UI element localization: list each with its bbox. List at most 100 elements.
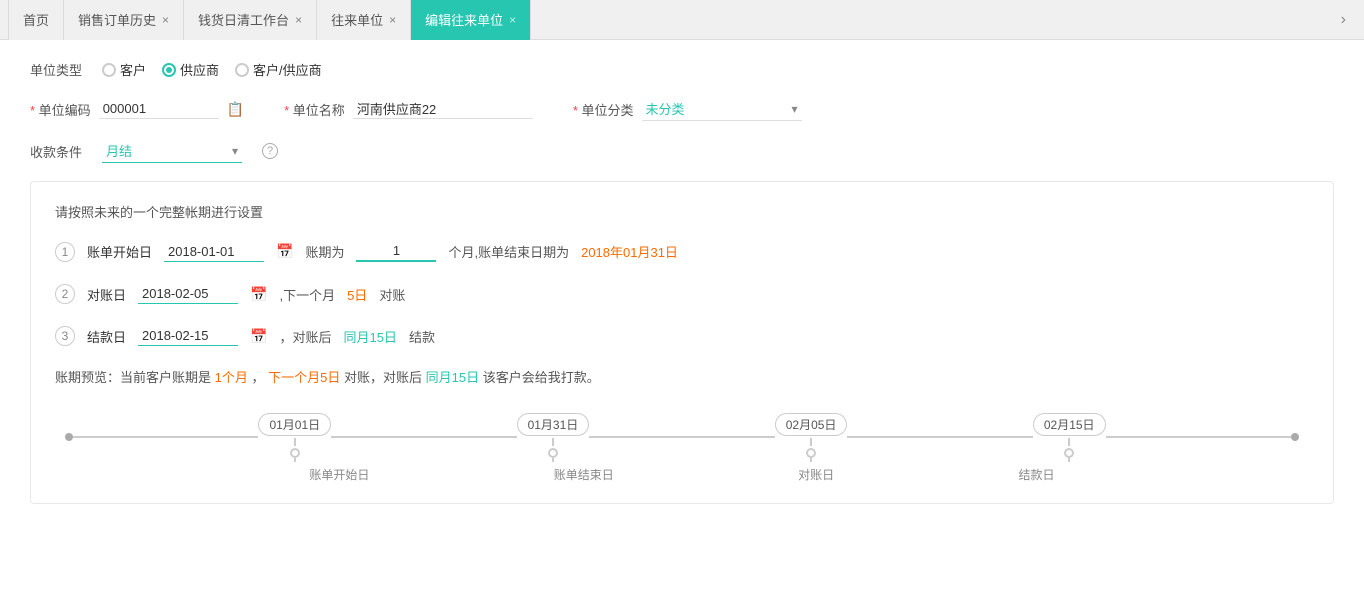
tab-cashflow-label: 钱货日清工作台 bbox=[198, 10, 289, 29]
info-box-title: 请按照未来的一个完整帐期进行设置 bbox=[55, 202, 1309, 221]
tab-home-label: 首页 bbox=[23, 10, 49, 29]
close-partner-icon[interactable]: × bbox=[389, 13, 396, 27]
payment-day-highlight: 同月15日 bbox=[343, 327, 396, 346]
unit-name-group: 单位名称 bbox=[284, 99, 533, 119]
timeline-line-below-2 bbox=[552, 458, 554, 462]
unit-type-radio-group: 客户 供应商 客户/供应商 bbox=[102, 60, 322, 79]
unit-code-input[interactable] bbox=[99, 99, 219, 119]
payment-prefix: ，对账后 bbox=[279, 327, 331, 346]
timeline-line-0 bbox=[73, 436, 258, 438]
unit-category-arrow-icon: ▾ bbox=[791, 102, 797, 116]
unit-category-group: 单位分类 未分类 ▾ bbox=[573, 97, 802, 121]
setting-row-3: 3 结款日 📅 ，对账后 同月15日 结款 bbox=[55, 326, 1309, 346]
payment-terms-label: 收款条件 bbox=[30, 142, 82, 161]
preview-suffix: 该客户会给我打款。 bbox=[483, 370, 600, 385]
tab-sales-history-label: 销售订单历史 bbox=[78, 10, 156, 29]
preview-part1: 1个月 bbox=[215, 370, 248, 385]
unit-name-input[interactable] bbox=[353, 99, 533, 119]
payment-terms-select[interactable]: 月结 ▾ bbox=[102, 139, 242, 163]
unit-category-value: 未分类 bbox=[646, 99, 786, 118]
timeline-left-cap bbox=[65, 433, 73, 441]
tab-bar: 首页 销售订单历史 × 钱货日清工作台 × 往来单位 × 编辑往来单位 × › bbox=[0, 0, 1364, 40]
radio-both-circle bbox=[235, 63, 249, 77]
preview-text: 账期预览：当前客户账期是 1个月 ， 下一个月5日 对账，对账后 同月15日 该… bbox=[55, 368, 1309, 389]
unit-category-select[interactable]: 未分类 ▾ bbox=[642, 97, 802, 121]
radio-supplier[interactable]: 供应商 bbox=[162, 60, 219, 79]
reconcile-day-highlight: 5日 bbox=[347, 285, 367, 304]
main-content: 单位类型 客户 供应商 客户/供应商 单位编码 📋 单位名称 bbox=[0, 40, 1364, 608]
start-date-input[interactable] bbox=[164, 242, 264, 262]
timeline-stem-3 bbox=[810, 438, 812, 446]
tab-edit-partner[interactable]: 编辑往来单位 × bbox=[411, 0, 531, 40]
timeline-date-3: 02月05日 bbox=[775, 413, 848, 436]
info-box: 请按照未来的一个完整帐期进行设置 1 账单开始日 📅 账期为 个月,账单结束日期… bbox=[30, 181, 1334, 504]
tl-label-spacer-left bbox=[65, 466, 125, 483]
end-date-highlight: 2018年01月31日 bbox=[581, 242, 678, 261]
period-suffix: 个月,账单结束日期为 bbox=[448, 242, 569, 261]
start-date-calendar-icon[interactable]: 📅 bbox=[276, 243, 293, 260]
timeline-date-1: 01月01日 bbox=[258, 413, 331, 436]
timeline-node-1: 01月01日 bbox=[258, 413, 331, 462]
unit-code-calendar-icon[interactable]: 📋 bbox=[227, 101, 244, 118]
radio-customer-label: 客户 bbox=[120, 60, 146, 79]
tab-home[interactable]: 首页 bbox=[8, 0, 64, 40]
timeline-date-4: 02月15日 bbox=[1033, 413, 1106, 436]
payment-date-input[interactable] bbox=[138, 326, 238, 346]
row-label-2: 对账日 bbox=[87, 285, 126, 304]
row-num-1: 1 bbox=[55, 242, 75, 262]
unit-name-label: 单位名称 bbox=[284, 100, 345, 119]
preview-middle: ， bbox=[252, 370, 265, 385]
timeline-right-cap bbox=[1291, 433, 1299, 441]
payment-date-calendar-icon[interactable]: 📅 bbox=[250, 328, 267, 345]
timeline-line-below-1 bbox=[294, 458, 296, 462]
payment-suffix: 结款 bbox=[409, 327, 435, 346]
timeline-label-1: 账单开始日 bbox=[309, 466, 369, 483]
timeline-dot-1 bbox=[290, 448, 300, 458]
period-value-input[interactable] bbox=[356, 241, 436, 262]
preview-part3: 对账，对账后 bbox=[344, 370, 422, 385]
timeline-stem-4 bbox=[1068, 438, 1070, 446]
tab-partner[interactable]: 往来单位 × bbox=[317, 0, 411, 40]
timeline-line-below-3 bbox=[810, 458, 812, 462]
reconcile-prefix: ,下一个月 bbox=[279, 285, 335, 304]
radio-both[interactable]: 客户/供应商 bbox=[235, 60, 322, 79]
radio-customer[interactable]: 客户 bbox=[102, 60, 146, 79]
timeline-line-1 bbox=[331, 436, 516, 438]
timeline-dot-4 bbox=[1064, 448, 1074, 458]
close-edit-partner-icon[interactable]: × bbox=[509, 13, 516, 27]
close-sales-history-icon[interactable]: × bbox=[162, 13, 169, 27]
period-prefix: 账期为 bbox=[305, 242, 344, 261]
row-num-2: 2 bbox=[55, 284, 75, 304]
timeline-node-4: 02月15日 bbox=[1033, 413, 1106, 462]
radio-both-label: 客户/供应商 bbox=[253, 60, 322, 79]
payment-terms-value: 月结 bbox=[106, 141, 226, 160]
tab-cashflow[interactable]: 钱货日清工作台 × bbox=[184, 0, 317, 40]
reconcile-date-input[interactable] bbox=[138, 284, 238, 304]
tl-label-spacer-right bbox=[1239, 466, 1299, 483]
unit-fields-row: 单位编码 📋 单位名称 单位分类 未分类 ▾ bbox=[30, 97, 1334, 121]
timeline-node-2: 01月31日 bbox=[517, 413, 590, 462]
unit-category-label: 单位分类 bbox=[573, 100, 634, 119]
timeline-line-4 bbox=[1106, 436, 1291, 438]
tab-sales-history[interactable]: 销售订单历史 × bbox=[64, 0, 184, 40]
timeline-line-2 bbox=[589, 436, 774, 438]
reconcile-date-calendar-icon[interactable]: 📅 bbox=[250, 286, 267, 303]
unit-code-label: 单位编码 bbox=[30, 100, 91, 119]
row-label-3: 结款日 bbox=[87, 327, 126, 346]
preview-part2: 下一个月5日 bbox=[268, 370, 340, 385]
preview-prefix: 账期预览：当前客户账期是 bbox=[55, 370, 211, 385]
payment-terms-arrow-icon: ▾ bbox=[232, 144, 238, 158]
timeline-labels: 账单开始日 账单结束日 对账日 结款日 bbox=[55, 466, 1309, 483]
timeline-node-3: 02月05日 bbox=[775, 413, 848, 462]
timeline-line-below-4 bbox=[1068, 458, 1070, 462]
tab-more-button[interactable]: › bbox=[1331, 11, 1356, 29]
unit-type-label: 单位类型 bbox=[30, 60, 82, 79]
tab-partner-label: 往来单位 bbox=[331, 10, 383, 29]
close-cashflow-icon[interactable]: × bbox=[295, 13, 302, 27]
radio-supplier-circle bbox=[162, 63, 176, 77]
radio-supplier-label: 供应商 bbox=[180, 60, 219, 79]
timeline-label-4: 结款日 bbox=[1019, 466, 1055, 483]
payment-terms-help-icon[interactable]: ? bbox=[262, 143, 278, 159]
row-num-3: 3 bbox=[55, 326, 75, 346]
tab-edit-partner-label: 编辑往来单位 bbox=[425, 10, 503, 29]
